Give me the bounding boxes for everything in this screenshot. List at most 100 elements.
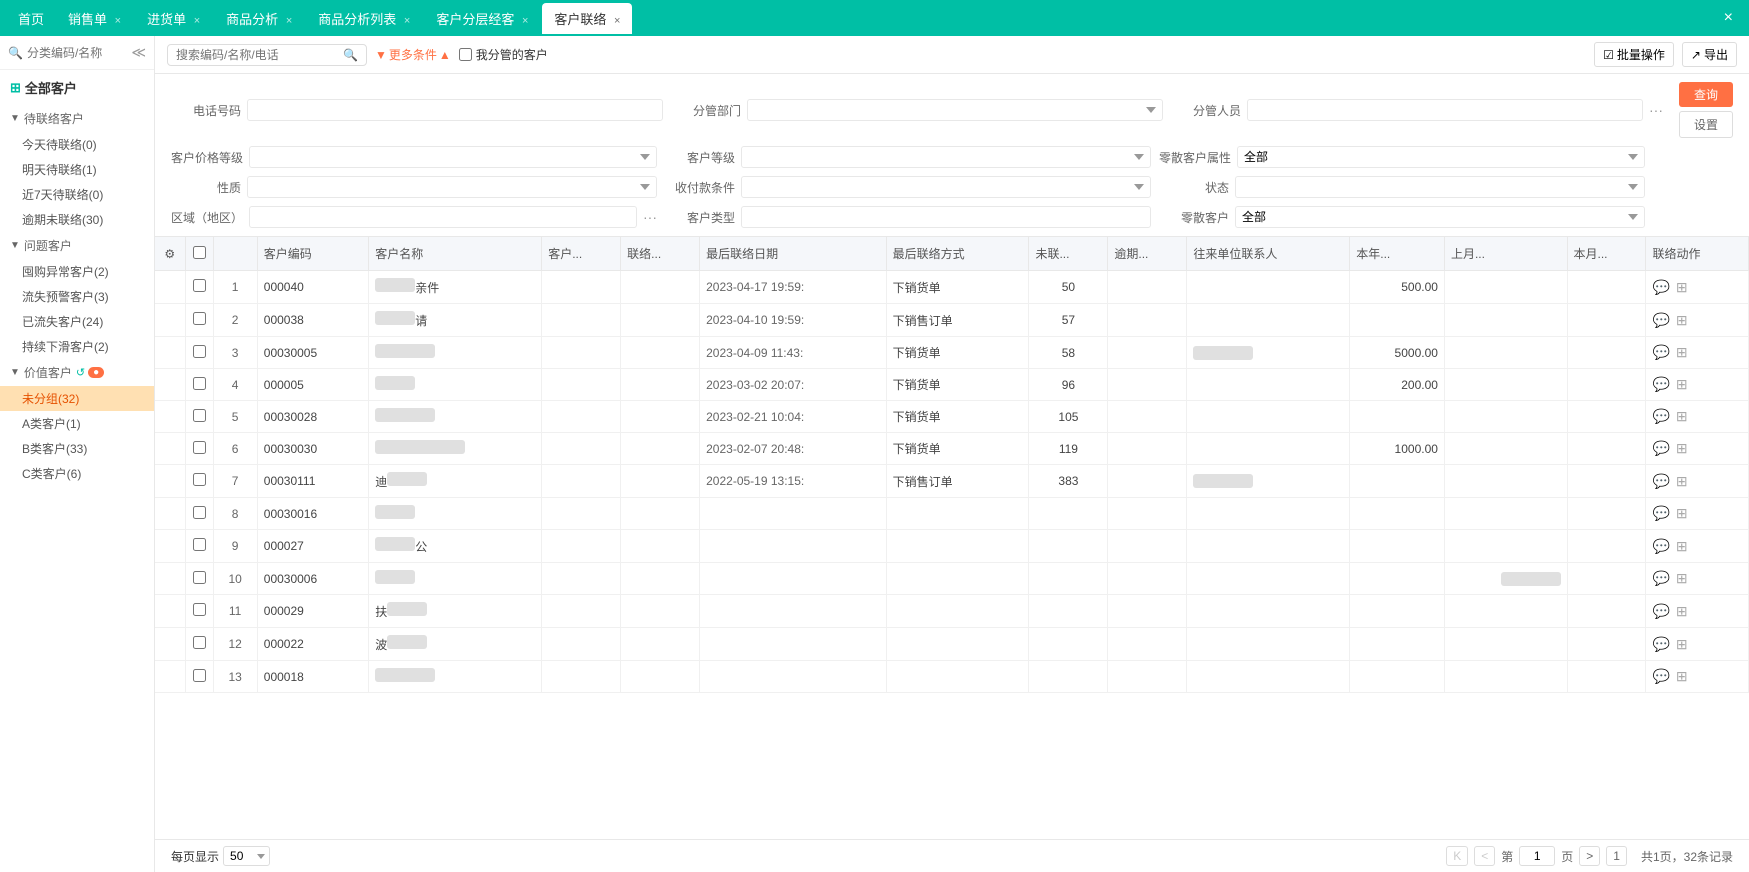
last-way-link[interactable]: 下销货单 — [893, 410, 941, 424]
close-all-icon[interactable]: × — [1716, 5, 1741, 31]
grid-action-icon[interactable]: ⊞ — [1676, 279, 1688, 296]
pricelevel-select[interactable] — [249, 146, 657, 168]
chat-icon[interactable]: 💬 — [1652, 408, 1669, 425]
my-customers-checkbox[interactable] — [459, 48, 472, 61]
th-checkbox[interactable] — [185, 237, 213, 271]
grid-action-icon[interactable]: ⊞ — [1676, 668, 1688, 685]
filter-search-box[interactable]: 🔍 — [167, 44, 367, 66]
td-checkbox[interactable] — [185, 369, 213, 401]
td-checkbox[interactable] — [185, 401, 213, 433]
tab-salesorder[interactable]: 销售单 × — [56, 3, 133, 34]
chat-icon[interactable]: 💬 — [1652, 668, 1669, 685]
row-checkbox[interactable] — [193, 345, 206, 358]
last-way-link[interactable]: 下销售订单 — [893, 314, 953, 328]
td-checkbox[interactable] — [185, 271, 213, 304]
reset-button[interactable]: 设置 — [1679, 111, 1733, 138]
row-checkbox[interactable] — [193, 603, 206, 616]
td-checkbox[interactable] — [185, 595, 213, 628]
customerlevel-select[interactable] — [741, 146, 1151, 168]
status-select[interactable] — [1235, 176, 1645, 198]
sidebar-search-input[interactable] — [27, 46, 131, 60]
close-purchase-icon[interactable]: × — [194, 15, 200, 27]
chat-icon[interactable]: 💬 — [1652, 570, 1669, 587]
grid-action-icon[interactable]: ⊞ — [1676, 603, 1688, 620]
nature-select[interactable] — [247, 176, 657, 198]
td-checkbox[interactable] — [185, 661, 213, 693]
chat-icon[interactable]: 💬 — [1652, 473, 1669, 490]
close-product-analysis-icon[interactable]: × — [286, 15, 292, 27]
filter-search-input[interactable] — [176, 48, 343, 62]
last-way-link[interactable]: 下销货单 — [893, 346, 941, 360]
td-checkbox[interactable] — [185, 563, 213, 595]
export-button[interactable]: ↗ 导出 — [1682, 42, 1737, 67]
chat-icon[interactable]: 💬 — [1652, 312, 1669, 329]
filter-more-conditions[interactable]: ▼ 更多条件 ▲ — [375, 46, 451, 63]
grid-action-icon[interactable]: ⊞ — [1676, 538, 1688, 555]
refresh-icon[interactable]: ↺ — [76, 366, 85, 379]
grid-action-icon[interactable]: ⊞ — [1676, 312, 1688, 329]
manager-more-icon[interactable]: ··· — [1649, 102, 1663, 118]
payment-select[interactable] — [741, 176, 1151, 198]
row-checkbox[interactable] — [193, 409, 206, 422]
sidebar-collapse-btn[interactable]: ≪ — [131, 44, 146, 61]
retailattr-select[interactable]: 全部 — [1237, 146, 1645, 168]
row-checkbox[interactable] — [193, 441, 206, 454]
td-checkbox[interactable] — [185, 304, 213, 337]
row-checkbox[interactable] — [193, 279, 206, 292]
chat-icon[interactable]: 💬 — [1652, 440, 1669, 457]
grid-action-icon[interactable]: ⊞ — [1676, 440, 1688, 457]
first-page-button[interactable]: K — [1446, 846, 1468, 866]
tab-customer-segment[interactable]: 客户分层经客 × — [424, 3, 540, 34]
prev-page-button[interactable]: < — [1474, 846, 1495, 866]
tab-purchase[interactable]: 进货单 × — [135, 3, 212, 34]
chat-icon[interactable]: 💬 — [1652, 603, 1669, 620]
th-last-month[interactable]: 上月... — [1444, 237, 1567, 271]
close-segment-icon[interactable]: × — [522, 15, 528, 27]
sidebar-item-ungroup[interactable]: 未分组(32) — [0, 386, 154, 411]
grid-action-icon[interactable]: ⊞ — [1676, 570, 1688, 587]
row-checkbox[interactable] — [193, 473, 206, 486]
chat-icon[interactable]: 💬 — [1652, 376, 1669, 393]
problem-customer-title[interactable]: ▼ 问题客户 — [0, 232, 154, 259]
grid-action-icon[interactable]: ⊞ — [1676, 636, 1688, 653]
grid-action-icon[interactable]: ⊞ — [1676, 344, 1688, 361]
dept-select[interactable] — [747, 99, 1163, 121]
close-salesorder-icon[interactable]: × — [115, 15, 121, 27]
last-page-button[interactable]: 1 — [1606, 846, 1627, 866]
chat-icon[interactable]: 💬 — [1652, 344, 1669, 361]
th-name[interactable]: 客户名称 — [369, 237, 542, 271]
chat-icon[interactable]: 💬 — [1652, 636, 1669, 653]
sidebar-item-tomorrow[interactable]: 明天待联络(1) — [0, 157, 154, 182]
last-way-link[interactable]: 下销货单 — [893, 442, 941, 456]
row-checkbox[interactable] — [193, 312, 206, 325]
th-type[interactable]: 客户... — [542, 237, 621, 271]
pending-contact-title[interactable]: ▼ 待联络客户 — [0, 105, 154, 132]
th-not-contact[interactable]: 未联... — [1029, 237, 1108, 271]
grid-action-icon[interactable]: ⊞ — [1676, 376, 1688, 393]
value-customer-title[interactable]: ▼ 价值客户 ↺ ● — [0, 359, 154, 386]
region-more-icon[interactable]: ··· — [643, 209, 657, 225]
th-code[interactable]: 客户编码 — [257, 237, 368, 271]
last-way-link[interactable]: 下销货单 — [893, 378, 941, 392]
customertype-input[interactable] — [741, 206, 1151, 228]
tab-customer-contact[interactable]: 客户联络 × — [542, 3, 632, 34]
th-overdue[interactable]: 逾期... — [1108, 237, 1187, 271]
th-this-month[interactable]: 本月... — [1567, 237, 1646, 271]
th-partner-contact[interactable]: 往来单位联系人 — [1187, 237, 1350, 271]
td-checkbox[interactable] — [185, 465, 213, 498]
sidebar-item-class-a[interactable]: A类客户(1) — [0, 411, 154, 436]
query-button[interactable]: 查询 — [1679, 82, 1733, 107]
all-customers-title[interactable]: ⊞ 全部客户 — [0, 70, 154, 105]
td-checkbox[interactable] — [185, 337, 213, 369]
th-contact[interactable]: 联络... — [621, 237, 700, 271]
sidebar-item-loss-warning[interactable]: 流失预警客户(3) — [0, 284, 154, 309]
chat-icon[interactable]: 💬 — [1652, 279, 1669, 296]
filter-search-icon[interactable]: 🔍 — [343, 48, 358, 62]
grid-action-icon[interactable]: ⊞ — [1676, 473, 1688, 490]
sidebar-item-week[interactable]: 近7天待联络(0) — [0, 182, 154, 207]
th-this-year[interactable]: 本年... — [1350, 237, 1445, 271]
close-product-list-icon[interactable]: × — [404, 15, 410, 27]
row-checkbox[interactable] — [193, 506, 206, 519]
sidebar-item-hoarding[interactable]: 囤购异常客户(2) — [0, 259, 154, 284]
th-last-date[interactable]: 最后联络日期 — [700, 237, 887, 271]
